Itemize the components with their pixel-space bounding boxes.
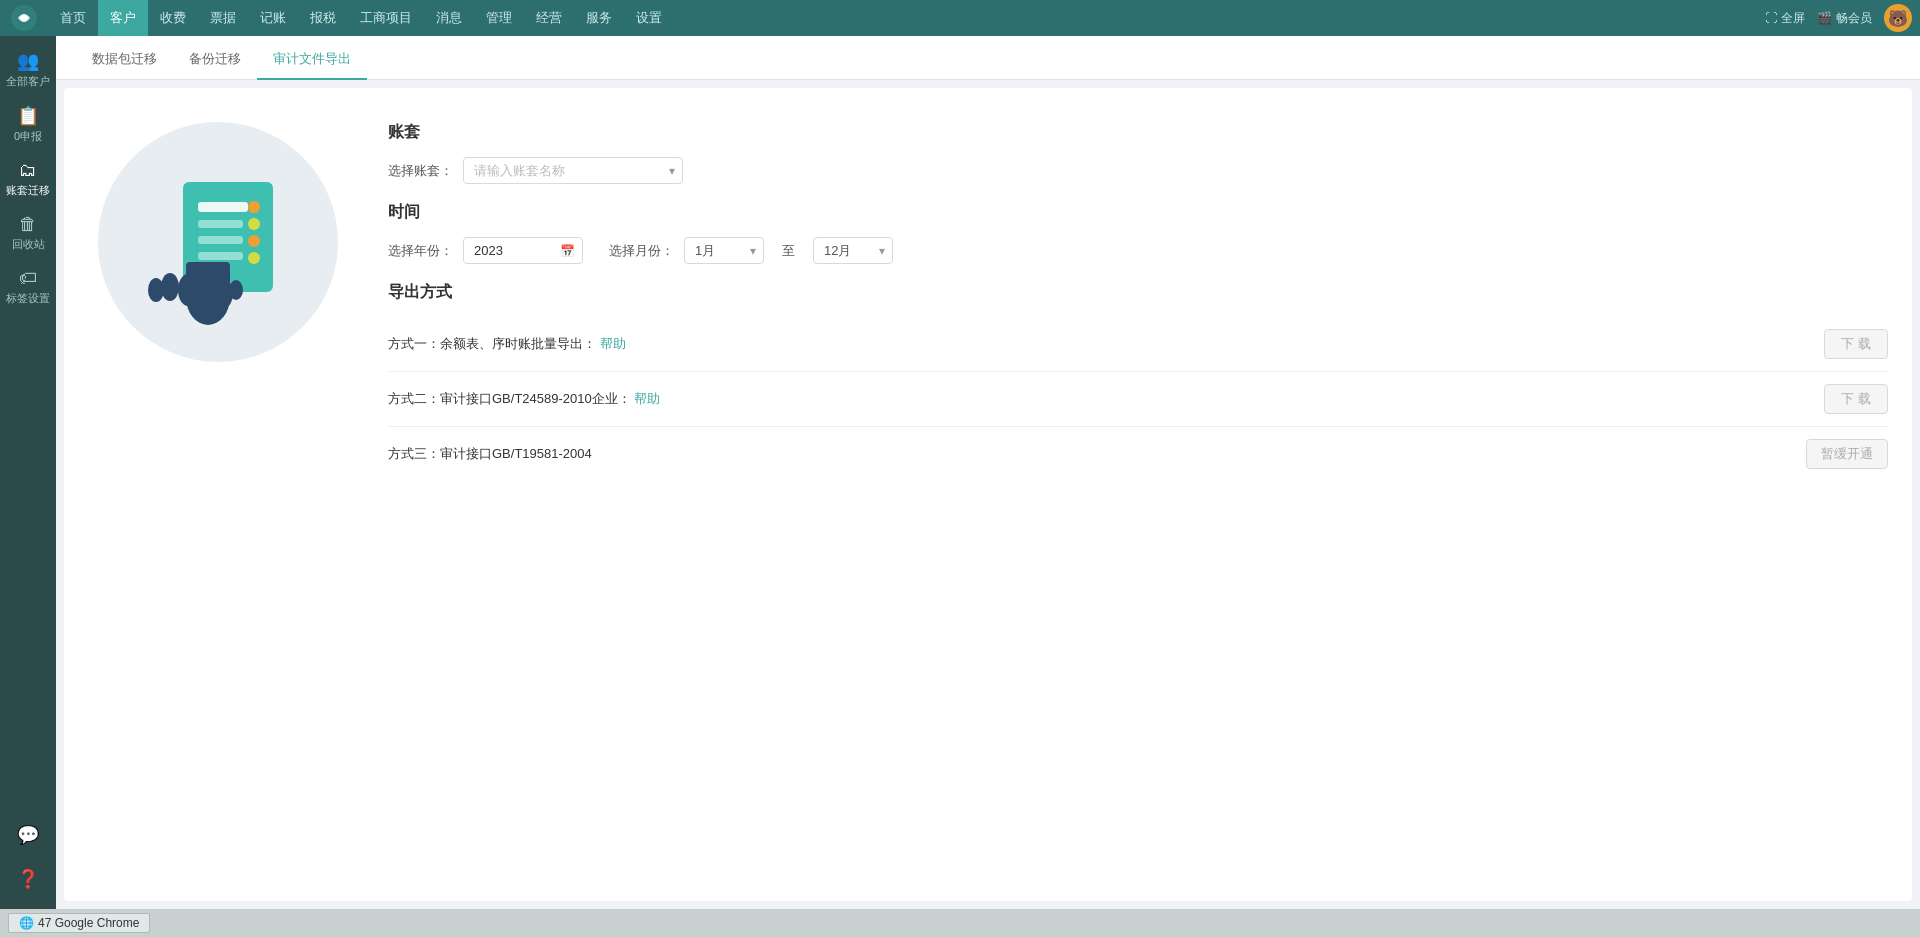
nav-tax[interactable]: 报税 bbox=[298, 0, 348, 36]
month-select-label: 选择月份： bbox=[609, 242, 674, 260]
start-month-select-wrapper: 1月2月3月4月 5月6月7月8月 9月10月11月12月 bbox=[684, 237, 764, 264]
time-section-title: 时间 bbox=[388, 202, 1888, 223]
export-section-title: 导出方式 bbox=[388, 282, 1888, 303]
svg-rect-4 bbox=[198, 220, 243, 228]
help-icon[interactable]: ❓ bbox=[10, 861, 46, 897]
sidebar-item-tag-settings[interactable]: 🏷 标签设置 bbox=[2, 262, 54, 312]
method-1-label: 方式一：余额表、序时账批量导出： 帮助 bbox=[388, 335, 626, 353]
export-method-1: 方式一：余额表、序时账批量导出： 帮助 下 载 bbox=[388, 317, 1888, 372]
illustration-circle bbox=[98, 122, 338, 362]
nav-accounting[interactable]: 记账 bbox=[248, 0, 298, 36]
year-input-wrap bbox=[463, 237, 583, 264]
nav-home[interactable]: 首页 bbox=[48, 0, 98, 36]
year-select-label: 选择年份： bbox=[388, 242, 453, 260]
logo bbox=[8, 2, 40, 34]
sidebar-item-recycle[interactable]: 🗑 回收站 bbox=[2, 208, 54, 258]
nav-settings[interactable]: 设置 bbox=[624, 0, 674, 36]
member-button[interactable]: 🎬 畅会员 bbox=[1817, 10, 1872, 27]
account-select-row: 选择账套： 请输入账套名称 bbox=[388, 157, 1888, 184]
account-select-label: 选择账套： bbox=[388, 162, 453, 180]
illustration-svg bbox=[128, 142, 308, 342]
sidebar-item-zero-declare[interactable]: 📋 0申报 bbox=[2, 99, 54, 150]
svg-point-8 bbox=[248, 218, 260, 230]
svg-rect-6 bbox=[198, 252, 243, 260]
svg-point-1 bbox=[21, 15, 27, 21]
tag-settings-icon: 🏷 bbox=[19, 268, 37, 289]
nav-service[interactable]: 服务 bbox=[574, 0, 624, 36]
account-migrate-icon: 🗂 bbox=[19, 160, 37, 181]
method-3-label: 方式三：审计接口GB/T19581-2004 bbox=[388, 445, 592, 463]
illustration-wrap bbox=[88, 112, 348, 372]
method-2-download-button[interactable]: 下 载 bbox=[1824, 384, 1888, 414]
zero-declare-icon: 📋 bbox=[17, 105, 39, 127]
tab-backup-migrate[interactable]: 备份迁移 bbox=[173, 40, 257, 80]
taskbar-chrome-tab[interactable]: 🌐 47 Google Chrome bbox=[8, 913, 150, 933]
time-row: 选择年份： 选择月份： 1月2月3月4月 5月6月7月8月 9月10月11月12… bbox=[388, 237, 1888, 264]
recycle-icon: 🗑 bbox=[19, 214, 37, 235]
taskbar: 🌐 47 Google Chrome bbox=[0, 909, 1920, 937]
fullscreen-button[interactable]: ⛶ 全屏 bbox=[1765, 10, 1805, 27]
svg-point-10 bbox=[248, 252, 260, 264]
svg-rect-17 bbox=[186, 262, 230, 302]
nav-customer[interactable]: 客户 bbox=[98, 0, 148, 36]
method-3-coming-soon-button: 暂缓开通 bbox=[1806, 439, 1888, 469]
nav-invoice[interactable]: 票据 bbox=[198, 0, 248, 36]
content-area: 数据包迁移 备份迁移 审计文件导出 bbox=[56, 36, 1920, 909]
account-select-wrapper: 请输入账套名称 bbox=[463, 157, 683, 184]
nav-msg[interactable]: 消息 bbox=[424, 0, 474, 36]
method-2-help-link[interactable]: 帮助 bbox=[634, 391, 660, 406]
method-2-label: 方式二：审计接口GB/T24589-2010企业： 帮助 bbox=[388, 390, 660, 408]
export-method-2: 方式二：审计接口GB/T24589-2010企业： 帮助 下 载 bbox=[388, 372, 1888, 427]
svg-rect-5 bbox=[198, 236, 243, 244]
account-select[interactable]: 请输入账套名称 bbox=[463, 157, 683, 184]
chrome-icon: 🌐 bbox=[19, 916, 34, 930]
main-layout: 👥 全部客户 📋 0申报 🗂 账套迁移 🗑 回收站 🏷 标签设置 💬 ❓ 数据包… bbox=[0, 36, 1920, 909]
sidebar-item-account-migrate[interactable]: 🗂 账套迁移 bbox=[2, 154, 54, 204]
member-icon: 🎬 bbox=[1817, 11, 1832, 25]
end-month-select[interactable]: 1月2月3月4月 5月6月7月8月 9月10月11月 12月 bbox=[813, 237, 893, 264]
nav-ops[interactable]: 经营 bbox=[524, 0, 574, 36]
top-nav-right: ⛶ 全屏 🎬 畅会员 🐻 bbox=[1765, 4, 1912, 32]
svg-rect-3 bbox=[198, 202, 248, 212]
year-input[interactable] bbox=[463, 237, 583, 264]
tab-data-package[interactable]: 数据包迁移 bbox=[76, 40, 173, 80]
nav-manage[interactable]: 管理 bbox=[474, 0, 524, 36]
nav-fee[interactable]: 收费 bbox=[148, 0, 198, 36]
sidebar-bottom: 💬 ❓ bbox=[10, 817, 46, 909]
page-content: 账套 选择账套： 请输入账套名称 时间 选择年份： bbox=[64, 88, 1912, 901]
export-container: 账套 选择账套： 请输入账套名称 时间 选择年份： bbox=[88, 112, 1888, 481]
svg-point-9 bbox=[248, 235, 260, 247]
account-section-title: 账套 bbox=[388, 122, 1888, 143]
sidebar: 👥 全部客户 📋 0申报 🗂 账套迁移 🗑 回收站 🏷 标签设置 💬 ❓ bbox=[0, 36, 56, 909]
svg-point-16 bbox=[229, 280, 243, 300]
method-1-download-button[interactable]: 下 载 bbox=[1824, 329, 1888, 359]
all-customers-icon: 👥 bbox=[17, 50, 39, 72]
svg-point-14 bbox=[148, 278, 164, 302]
method-1-help-link[interactable]: 帮助 bbox=[600, 336, 626, 351]
to-label: 至 bbox=[782, 242, 795, 260]
start-month-select[interactable]: 1月2月3月4月 5月6月7月8月 9月10月11月12月 bbox=[684, 237, 764, 264]
sidebar-item-all-customers[interactable]: 👥 全部客户 bbox=[2, 44, 54, 95]
nav-items: 首页 客户 收费 票据 记账 报税 工商项目 消息 管理 经营 服务 设置 bbox=[48, 0, 674, 36]
top-nav: 首页 客户 收费 票据 记账 报税 工商项目 消息 管理 经营 服务 设置 ⛶ … bbox=[0, 0, 1920, 36]
nav-biz[interactable]: 工商项目 bbox=[348, 0, 424, 36]
avatar[interactable]: 🐻 bbox=[1884, 4, 1912, 32]
tab-bar: 数据包迁移 备份迁移 审计文件导出 bbox=[56, 36, 1920, 80]
message-icon[interactable]: 💬 bbox=[10, 817, 46, 853]
svg-point-7 bbox=[248, 201, 260, 213]
tab-audit-export[interactable]: 审计文件导出 bbox=[257, 40, 367, 80]
fullscreen-icon: ⛶ bbox=[1765, 11, 1777, 25]
form-area: 账套 选择账套： 请输入账套名称 时间 选择年份： bbox=[388, 112, 1888, 481]
export-method-3: 方式三：审计接口GB/T19581-2004 暂缓开通 bbox=[388, 427, 1888, 481]
end-month-select-wrapper: 1月2月3月4月 5月6月7月8月 9月10月11月 12月 bbox=[813, 237, 893, 264]
